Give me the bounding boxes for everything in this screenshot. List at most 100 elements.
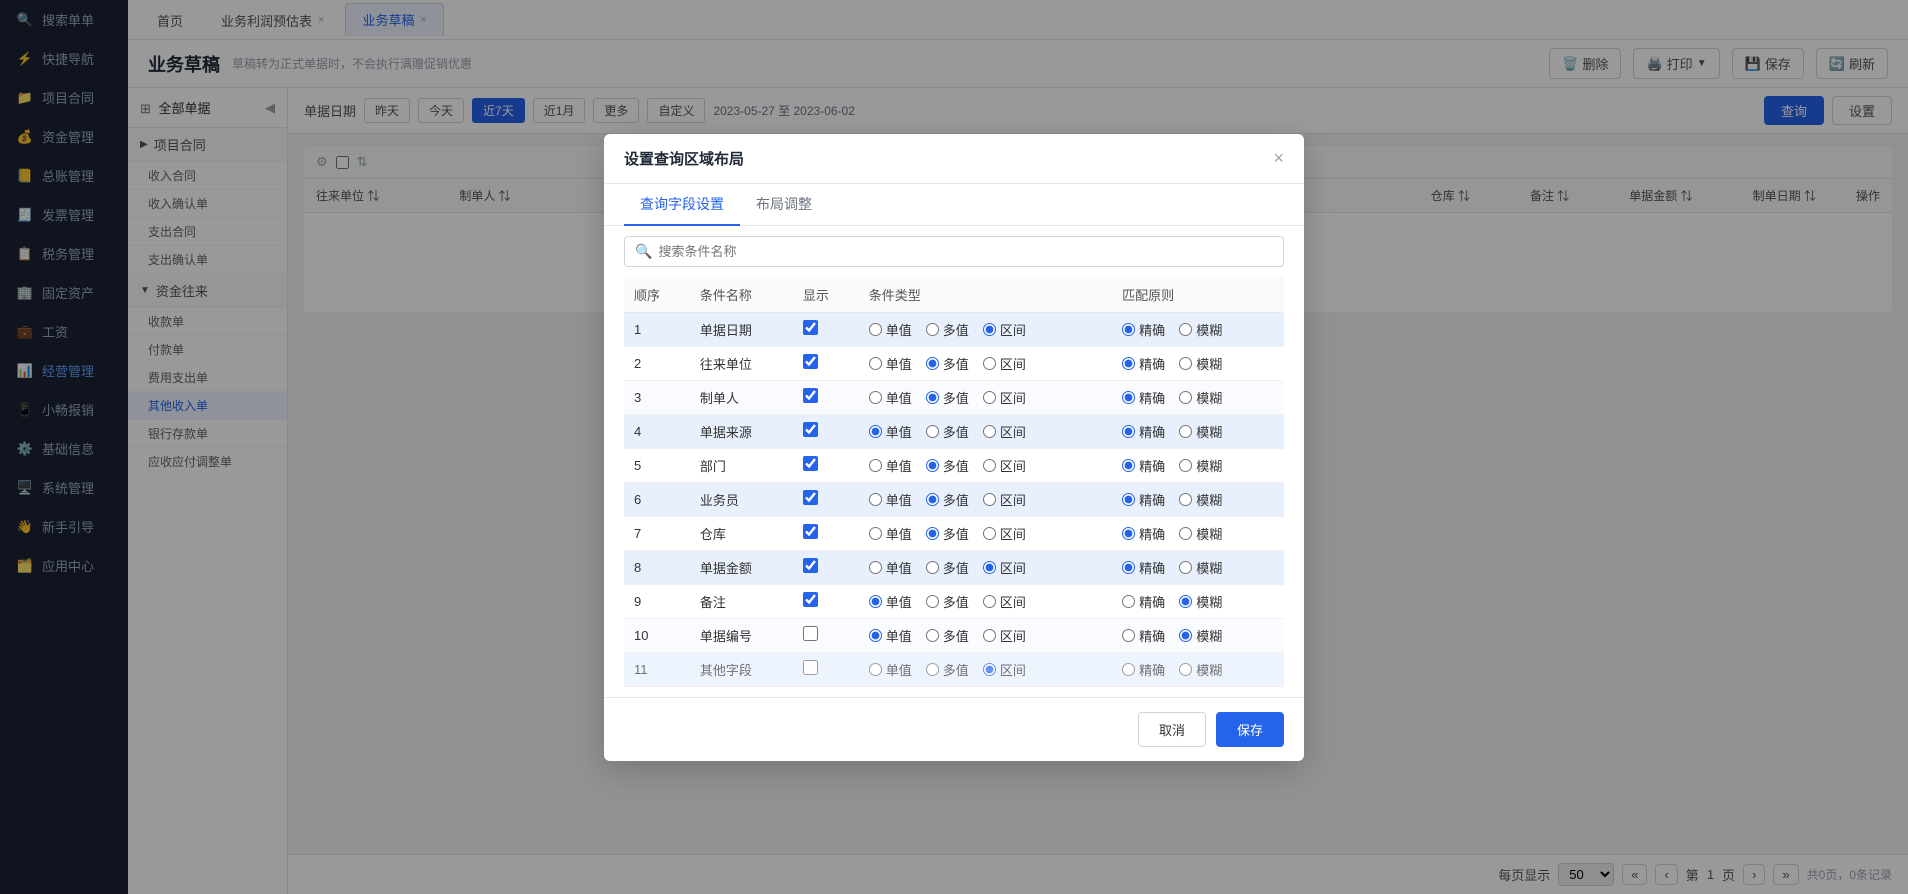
type-multi-9[interactable]: 多值 [926,592,969,611]
col-header-order: 顺序 [624,277,690,313]
type-multi-8[interactable]: 多值 [926,558,969,577]
type-single-9[interactable]: 单值 [869,592,912,611]
row-order: 1 [624,312,690,346]
type-multi-7[interactable]: 多值 [926,524,969,543]
match-fuzzy-8[interactable]: 模糊 [1179,558,1222,577]
type-multi-6[interactable]: 多值 [926,490,969,509]
display-checkbox-4[interactable] [803,422,849,440]
match-precise-4[interactable]: 精确 [1122,422,1165,441]
row-type: 单值 多值 区间 [859,414,1112,448]
match-radio-group-6: 精确 模糊 [1122,490,1274,509]
type-multi-5[interactable]: 多值 [926,456,969,475]
type-range-2[interactable]: 区间 [983,354,1026,373]
type-multi-3[interactable]: 多值 [926,388,969,407]
modal-tab-layout[interactable]: 布局调整 [740,184,828,226]
type-range-1[interactable]: 区间 [983,320,1026,339]
display-checkbox-2[interactable] [803,354,849,372]
match-precise-5[interactable]: 精确 [1122,456,1165,475]
type-single-5[interactable]: 单值 [869,456,912,475]
type-single-6[interactable]: 单值 [869,490,912,509]
type-range-11[interactable]: 区间 [983,660,1026,679]
match-precise-11[interactable]: 精确 [1122,660,1165,679]
match-fuzzy-4[interactable]: 模糊 [1179,422,1222,441]
type-multi-11[interactable]: 多值 [926,660,969,679]
type-single-10[interactable]: 单值 [869,626,912,645]
type-range-10[interactable]: 区间 [983,626,1026,645]
display-checkbox-3[interactable] [803,388,849,406]
type-radio-group-9: 单值 多值 区间 [869,592,1102,611]
display-checkbox-1[interactable] [803,320,849,338]
modal-cancel-button[interactable]: 取消 [1138,712,1206,747]
display-checkbox-6[interactable] [803,490,849,508]
type-multi-1[interactable]: 多值 [926,320,969,339]
row-type: 单值 多值 区间 [859,482,1112,516]
type-multi-4[interactable]: 多值 [926,422,969,441]
display-checkbox-7[interactable] [803,524,849,542]
col-header-name: 条件名称 [690,277,793,313]
match-radio-group-4: 精确 模糊 [1122,422,1274,441]
row-order: 10 [624,618,690,652]
type-multi-10[interactable]: 多值 [926,626,969,645]
match-fuzzy-5[interactable]: 模糊 [1179,456,1222,475]
display-checkbox-9[interactable] [803,592,849,610]
type-single-8[interactable]: 单值 [869,558,912,577]
row-name: 业务员 [690,482,793,516]
type-range-6[interactable]: 区间 [983,490,1026,509]
row-type: 单值 多值 区间 [859,584,1112,618]
row-type: 单值 多值 区间 [859,652,1112,686]
match-fuzzy-11[interactable]: 模糊 [1179,660,1222,679]
match-precise-3[interactable]: 精确 [1122,388,1165,407]
match-precise-9[interactable]: 精确 [1122,592,1165,611]
row-display [793,516,859,550]
match-precise-8[interactable]: 精确 [1122,558,1165,577]
modal-save-button[interactable]: 保存 [1216,712,1284,747]
match-precise-10[interactable]: 精确 [1122,626,1165,645]
modal-header: 设置查询区域布局 × [604,134,1304,184]
type-range-3[interactable]: 区间 [983,388,1026,407]
match-precise-7[interactable]: 精确 [1122,524,1165,543]
match-fuzzy-9[interactable]: 模糊 [1179,592,1222,611]
row-name: 单据日期 [690,312,793,346]
display-checkbox-5[interactable] [803,456,849,474]
type-single-4[interactable]: 单值 [869,422,912,441]
row-order: 3 [624,380,690,414]
type-single-3[interactable]: 单值 [869,388,912,407]
row-order: 4 [624,414,690,448]
match-fuzzy-10[interactable]: 模糊 [1179,626,1222,645]
row-name: 制单人 [690,380,793,414]
type-range-5[interactable]: 区间 [983,456,1026,475]
type-single-1[interactable]: 单值 [869,320,912,339]
row-type: 单值 多值 区间 [859,516,1112,550]
match-fuzzy-6[interactable]: 模糊 [1179,490,1222,509]
modal-tab-fields[interactable]: 查询字段设置 [624,184,740,226]
row-order: 7 [624,516,690,550]
type-range-7[interactable]: 区间 [983,524,1026,543]
type-single-11[interactable]: 单值 [869,660,912,679]
table-row: 8 单据金额 单值 多值 区 [624,550,1284,584]
row-order: 6 [624,482,690,516]
row-name: 部门 [690,448,793,482]
match-precise-2[interactable]: 精确 [1122,354,1165,373]
type-range-4[interactable]: 区间 [983,422,1026,441]
type-single-2[interactable]: 单值 [869,354,912,373]
match-fuzzy-3[interactable]: 模糊 [1179,388,1222,407]
match-radio-group-9: 精确 模糊 [1122,592,1274,611]
display-checkbox-11[interactable] [803,660,849,678]
row-type: 单值 多值 区间 [859,550,1112,584]
match-fuzzy-1[interactable]: 模糊 [1179,320,1222,339]
match-fuzzy-2[interactable]: 模糊 [1179,354,1222,373]
row-name: 单据金额 [690,550,793,584]
match-precise-6[interactable]: 精确 [1122,490,1165,509]
row-display [793,652,859,686]
type-multi-2[interactable]: 多值 [926,354,969,373]
row-match: 精确 模糊 [1112,482,1284,516]
display-checkbox-8[interactable] [803,558,849,576]
modal-close-button[interactable]: × [1273,148,1284,169]
match-fuzzy-7[interactable]: 模糊 [1179,524,1222,543]
modal-search-input[interactable] [658,244,1273,259]
match-precise-1[interactable]: 精确 [1122,320,1165,339]
type-range-8[interactable]: 区间 [983,558,1026,577]
display-checkbox-10[interactable] [803,626,849,644]
type-range-9[interactable]: 区间 [983,592,1026,611]
type-single-7[interactable]: 单值 [869,524,912,543]
